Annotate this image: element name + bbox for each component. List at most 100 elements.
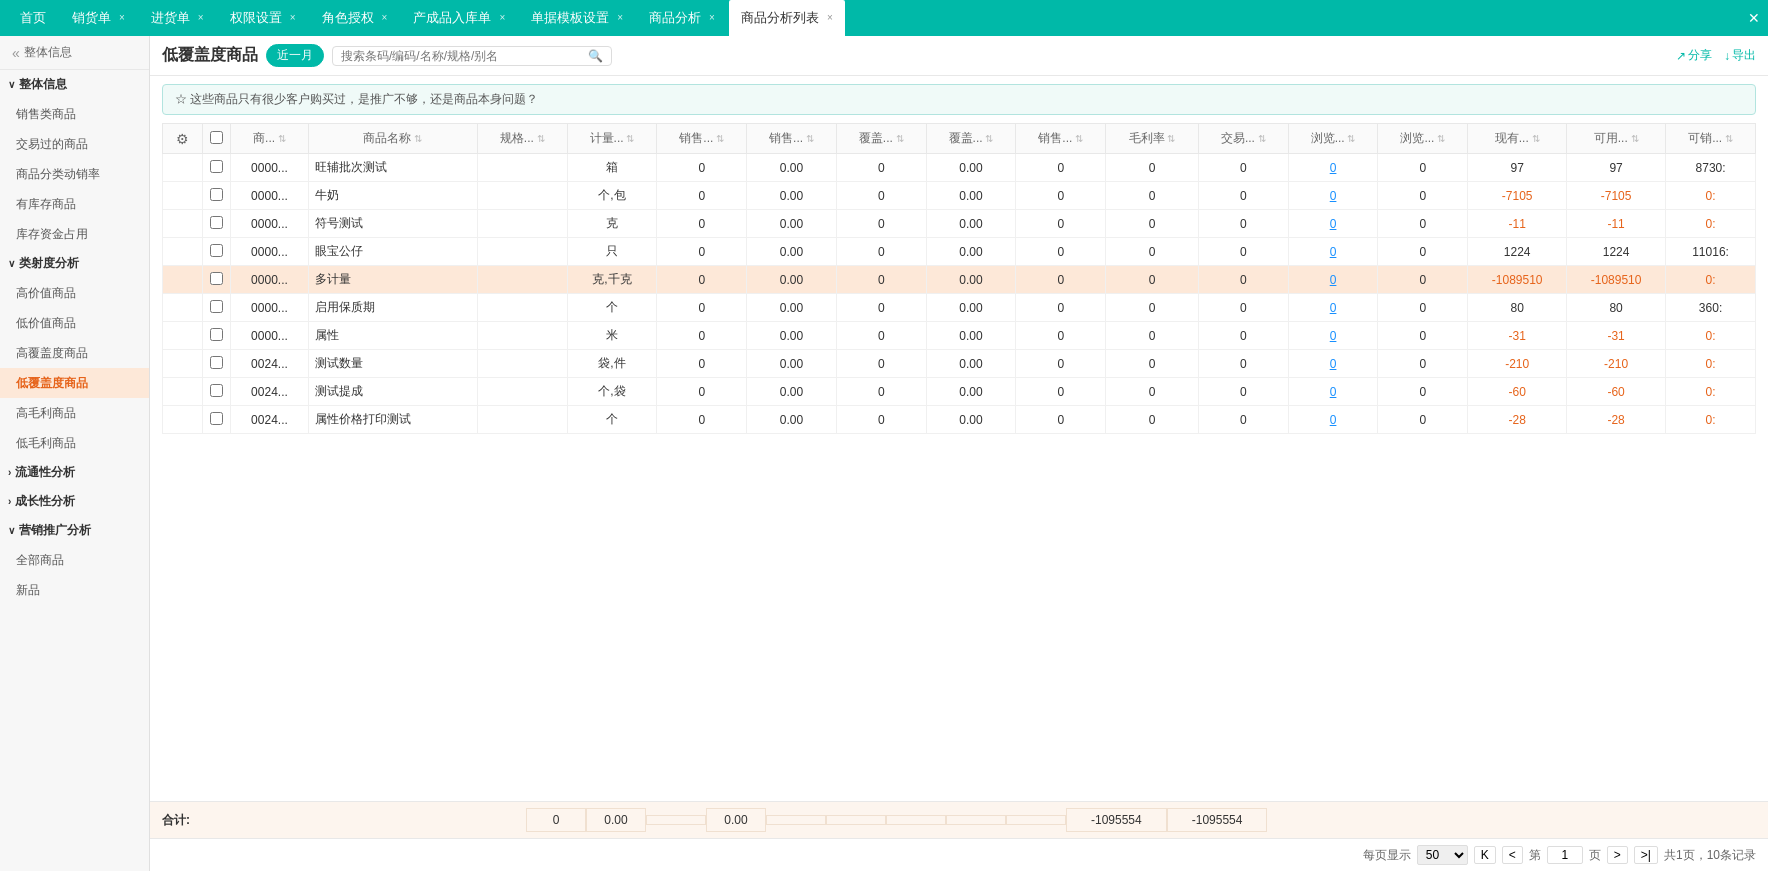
export-icon: ↓ bbox=[1724, 49, 1730, 63]
row-coverage2: 0.00 bbox=[926, 350, 1016, 378]
row-browse2: 0 bbox=[1378, 182, 1468, 210]
row-browse1[interactable]: 0 bbox=[1288, 182, 1378, 210]
top-nav: 首页 销货单 × 进货单 × 权限设置 × 角色授权 × 产成品入库单 × 单据… bbox=[0, 0, 1768, 36]
row-browse1[interactable]: 0 bbox=[1288, 238, 1378, 266]
sidebar-item-low-value[interactable]: 低价值商品 bbox=[0, 308, 149, 338]
sidebar-item-capital-usage[interactable]: 库存资金占用 bbox=[0, 219, 149, 249]
main-layout: « 整体信息 ∨ 整体信息 销售类商品 交易过的商品 商品分类动销率 有库存商品… bbox=[0, 36, 1768, 871]
sidebar-group-general-label: 整体信息 bbox=[19, 76, 67, 93]
row-checkbox[interactable] bbox=[203, 266, 231, 294]
row-browse1[interactable]: 0 bbox=[1288, 406, 1378, 434]
close-icon[interactable]: × bbox=[119, 0, 125, 36]
next-page-button[interactable]: > bbox=[1607, 846, 1628, 864]
sidebar-group-general[interactable]: ∨ 整体信息 bbox=[0, 70, 149, 99]
row-sellable: 0: bbox=[1666, 210, 1756, 238]
per-page-select[interactable]: 50 100 200 bbox=[1417, 845, 1468, 865]
search-input[interactable] bbox=[341, 49, 584, 63]
row-checkbox[interactable] bbox=[203, 378, 231, 406]
row-sales-qty: 0 bbox=[657, 238, 747, 266]
row-action bbox=[163, 294, 203, 322]
row-checkbox[interactable] bbox=[203, 406, 231, 434]
group-arrow-icon: › bbox=[8, 467, 11, 478]
nav-tab-analysis-list[interactable]: 商品分析列表 × bbox=[729, 0, 845, 36]
row-sales-amt: 0.00 bbox=[747, 210, 837, 238]
total-sales-qty: 0 bbox=[526, 808, 586, 832]
row-browse1[interactable]: 0 bbox=[1288, 266, 1378, 294]
row-checkbox[interactable] bbox=[203, 322, 231, 350]
col-settings[interactable]: ⚙ bbox=[163, 124, 203, 154]
first-page-button[interactable]: K bbox=[1474, 846, 1496, 864]
sidebar-item-high-coverage[interactable]: 高覆盖度商品 bbox=[0, 338, 149, 368]
row-browse1[interactable]: 0 bbox=[1288, 378, 1378, 406]
row-sales-amt: 0.00 bbox=[747, 294, 837, 322]
nav-tab-analysis[interactable]: 商品分析 × bbox=[637, 0, 727, 36]
sidebar-item-low-coverage[interactable]: 低覆盖度商品 bbox=[0, 368, 149, 398]
row-browse1[interactable]: 0 bbox=[1288, 322, 1378, 350]
sidebar-item-stock-goods[interactable]: 有库存商品 bbox=[0, 189, 149, 219]
sidebar-item-category-rate[interactable]: 商品分类动销率 bbox=[0, 159, 149, 189]
sidebar-item-high-margin[interactable]: 高毛利商品 bbox=[0, 398, 149, 428]
nav-tab-home[interactable]: 首页 bbox=[8, 0, 58, 36]
sidebar-header: « 整体信息 bbox=[0, 36, 149, 70]
col-transaction-header: 交易... ⇅ bbox=[1198, 124, 1288, 154]
table-row: 0000... 旺辅批次测试 箱 0 0.00 0 0.00 0 0 0 0 0… bbox=[163, 154, 1756, 182]
sidebar-item-low-margin[interactable]: 低毛利商品 bbox=[0, 428, 149, 458]
close-icon[interactable]: × bbox=[290, 0, 296, 36]
sidebar-group-marketing[interactable]: ∨ 营销推广分析 bbox=[0, 516, 149, 545]
sidebar-group-coverage[interactable]: ∨ 类射度分析 bbox=[0, 249, 149, 278]
share-button[interactable]: ↗ 分享 bbox=[1676, 47, 1712, 64]
row-browse1[interactable]: 0 bbox=[1288, 294, 1378, 322]
row-checkbox[interactable] bbox=[203, 154, 231, 182]
close-icon[interactable]: × bbox=[827, 0, 833, 36]
row-sales3: 0 bbox=[1016, 238, 1106, 266]
nav-tab-permission[interactable]: 权限设置 × bbox=[218, 0, 308, 36]
row-browse1[interactable]: 0 bbox=[1288, 210, 1378, 238]
nav-tab-product[interactable]: 产成品入库单 × bbox=[401, 0, 517, 36]
row-browse1[interactable]: 0 bbox=[1288, 154, 1378, 182]
row-checkbox[interactable] bbox=[203, 182, 231, 210]
sidebar-group-flow[interactable]: › 流通性分析 bbox=[0, 458, 149, 487]
search-icon[interactable]: 🔍 bbox=[588, 49, 603, 63]
select-all-checkbox[interactable] bbox=[210, 131, 223, 144]
nav-tab-purchase[interactable]: 进货单 × bbox=[139, 0, 216, 36]
sidebar-item-new-goods[interactable]: 新品 bbox=[0, 575, 149, 605]
sidebar-item-all-goods[interactable]: 全部商品 bbox=[0, 545, 149, 575]
window-close-button[interactable]: ✕ bbox=[1748, 10, 1760, 26]
nav-tab-role[interactable]: 角色授权 × bbox=[310, 0, 400, 36]
row-code: 0000... bbox=[231, 154, 308, 182]
row-sales-qty: 0 bbox=[657, 350, 747, 378]
row-sales3: 0 bbox=[1016, 322, 1106, 350]
close-icon[interactable]: × bbox=[617, 0, 623, 36]
sidebar-item-high-value[interactable]: 高价值商品 bbox=[0, 278, 149, 308]
row-current-stock: -28 bbox=[1468, 406, 1567, 434]
row-checkbox[interactable] bbox=[203, 210, 231, 238]
sidebar-group-growth[interactable]: › 成长性分析 bbox=[0, 487, 149, 516]
settings-icon[interactable]: ⚙ bbox=[176, 131, 189, 147]
close-icon[interactable]: × bbox=[709, 0, 715, 36]
filter-recent-month-button[interactable]: 近一月 bbox=[266, 44, 324, 67]
last-page-button[interactable]: >| bbox=[1634, 846, 1658, 864]
export-button[interactable]: ↓ 导出 bbox=[1724, 47, 1756, 64]
row-checkbox[interactable] bbox=[203, 350, 231, 378]
total-current-stock: -1095554 bbox=[1066, 808, 1167, 832]
row-code: 0024... bbox=[231, 378, 308, 406]
close-icon[interactable]: × bbox=[499, 0, 505, 36]
row-coverage2: 0.00 bbox=[926, 322, 1016, 350]
row-browse1[interactable]: 0 bbox=[1288, 350, 1378, 378]
row-checkbox[interactable] bbox=[203, 238, 231, 266]
nav-tab-template[interactable]: 单据模板设置 × bbox=[519, 0, 635, 36]
prev-page-button[interactable]: < bbox=[1502, 846, 1523, 864]
sidebar-item-traded-goods[interactable]: 交易过的商品 bbox=[0, 129, 149, 159]
nav-tab-sales[interactable]: 销货单 × bbox=[60, 0, 137, 36]
close-icon[interactable]: × bbox=[198, 0, 204, 36]
close-icon[interactable]: × bbox=[382, 0, 388, 36]
sidebar-group-marketing-label: 营销推广分析 bbox=[19, 522, 91, 539]
row-coverage1: 0 bbox=[836, 322, 926, 350]
row-sales-amt: 0.00 bbox=[747, 350, 837, 378]
row-sellable: 0: bbox=[1666, 322, 1756, 350]
total-gross-margin bbox=[826, 815, 886, 825]
sidebar-item-sales-goods[interactable]: 销售类商品 bbox=[0, 99, 149, 129]
sidebar-collapse-button[interactable]: « bbox=[8, 45, 24, 61]
page-input[interactable] bbox=[1547, 846, 1583, 864]
row-checkbox[interactable] bbox=[203, 294, 231, 322]
